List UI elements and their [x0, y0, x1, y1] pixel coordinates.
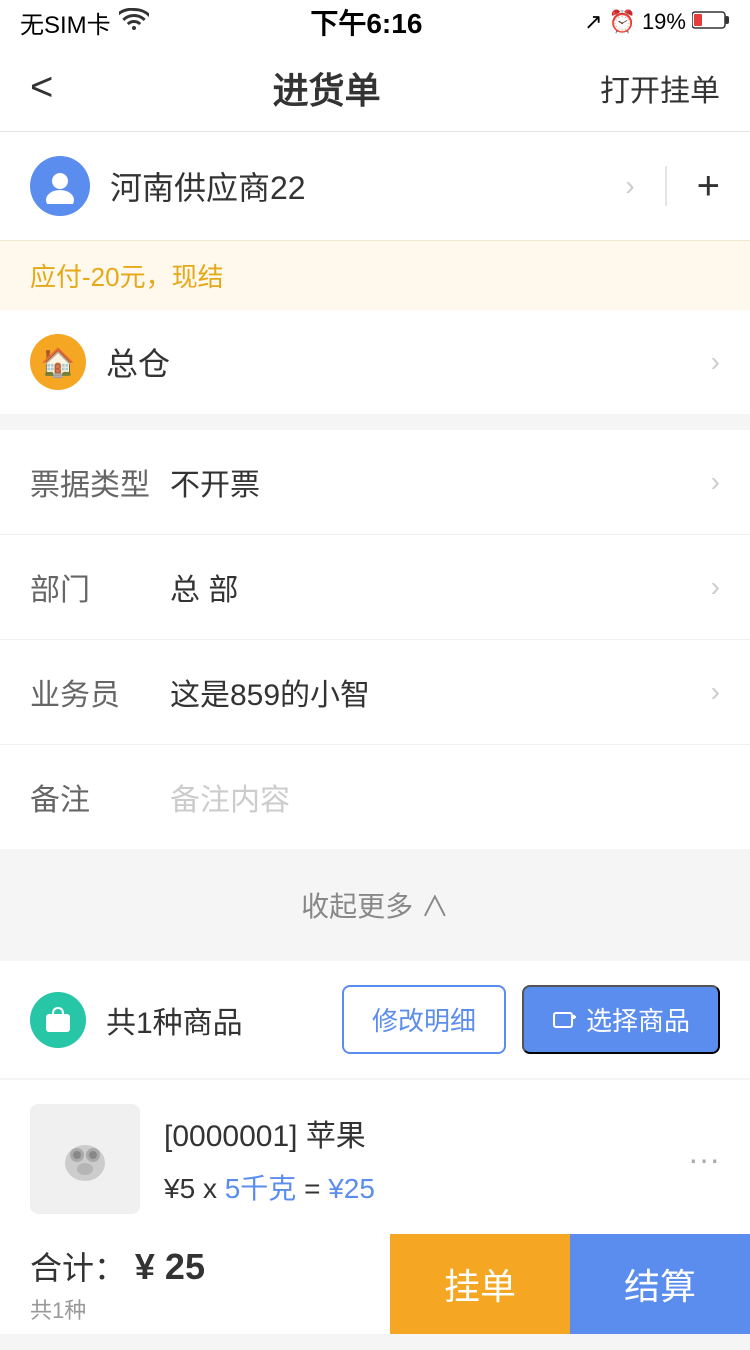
checkout-button[interactable]: 结算 [570, 1234, 750, 1334]
salesperson-arrow-icon: › [711, 676, 720, 708]
supplier-avatar [30, 156, 90, 216]
invoice-arrow-icon: › [711, 466, 720, 498]
supplier-divider [665, 166, 667, 206]
wifi-icon [119, 8, 149, 37]
product-total: ¥25 [328, 1173, 375, 1204]
remark-label: 备注 [30, 775, 170, 819]
warehouse-row[interactable]: 🏠 总仓 › [0, 310, 750, 414]
carrier-text: 无SIM卡 [20, 5, 111, 40]
supplier-name: 河南供应商22 [110, 163, 625, 209]
invoice-type-value: 不开票 [170, 460, 711, 504]
salesperson-label: 业务员 [30, 670, 170, 714]
department-arrow-icon: › [711, 571, 720, 603]
back-button[interactable]: < [30, 65, 53, 110]
alarm-icon: ⏰ [609, 9, 636, 35]
supplier-row[interactable]: 河南供应商22 › + [0, 132, 750, 240]
remark-row[interactable]: 备注 备注内容 [0, 745, 750, 849]
select-product-label: 选择商品 [586, 1001, 690, 1038]
product-header: 共1种商品 修改明细 选择商品 [0, 961, 750, 1078]
nav-bar: < 进货单 打开挂单 [0, 44, 750, 132]
remark-input[interactable]: 备注内容 [170, 775, 720, 819]
product-price: ¥5 x 5千克 = ¥25 [164, 1167, 688, 1207]
product-thumbnail [30, 1104, 140, 1214]
form-section: 票据类型 不开票 › 部门 总 部 › 业务员 这是859的小智 › 备注 备注… [0, 430, 750, 849]
person-icon [42, 168, 78, 204]
total-count: 共1种 [30, 1293, 360, 1325]
invoice-type-label: 票据类型 [30, 460, 170, 504]
select-product-button[interactable]: 选择商品 [522, 985, 720, 1054]
status-time: 下午6:16 [310, 2, 422, 42]
product-unit-price: ¥5 [164, 1173, 195, 1204]
department-row[interactable]: 部门 总 部 › [0, 535, 750, 640]
page-title: 进货单 [273, 62, 381, 114]
product-more-button[interactable]: ··· [688, 1141, 720, 1178]
salesperson-row[interactable]: 业务员 这是859的小智 › [0, 640, 750, 745]
edit-detail-button[interactable]: 修改明细 [342, 985, 506, 1054]
product-name: [0000001] 苹果 [164, 1111, 688, 1155]
product-item: [0000001] 苹果 ¥5 x 5千克 = ¥25 ··· [0, 1080, 750, 1238]
invoice-type-row[interactable]: 票据类型 不开票 › [0, 430, 750, 535]
product-info: [0000001] 苹果 ¥5 x 5千克 = ¥25 [164, 1111, 688, 1207]
product-equals: = [304, 1173, 328, 1204]
total-amount: 合计： ¥ 25 [30, 1243, 360, 1289]
department-value: 总 部 [170, 565, 711, 609]
product-count-text: 共1种商品 [106, 998, 342, 1042]
bottom-bar: 合计： ¥ 25 共1种 挂单 结算 [0, 1234, 750, 1334]
status-left: 无SIM卡 [20, 5, 149, 40]
open-hang-button[interactable]: 打开挂单 [600, 66, 720, 110]
product-title-name: 苹果 [306, 1120, 366, 1153]
battery-text: 19% [642, 9, 686, 35]
bag-icon [42, 1004, 74, 1036]
product-count-icon [30, 992, 86, 1048]
salesperson-value: 这是859的小智 [170, 670, 711, 714]
location-icon: ↗ [584, 9, 602, 35]
collapse-toggle[interactable]: 收起更多 ∧ [0, 865, 750, 945]
total-label: 合计： [30, 1250, 126, 1286]
status-right: ↗ ⏰ 19% [584, 9, 730, 35]
product-multiply: x [203, 1173, 225, 1204]
payment-hint: 应付-20元，现结 [0, 240, 750, 310]
supplier-section: 河南供应商22 › + 应付-20元，现结 [0, 132, 750, 310]
hang-button[interactable]: 挂单 [390, 1234, 570, 1334]
add-supplier-button[interactable]: + [697, 164, 720, 209]
supplier-arrow-icon: › [625, 170, 634, 202]
owl-icon [55, 1129, 115, 1189]
warehouse-arrow-icon: › [711, 346, 720, 378]
status-bar: 无SIM卡 下午6:16 ↗ ⏰ 19% [0, 0, 750, 44]
total-section: 合计： ¥ 25 共1种 [0, 1234, 390, 1334]
department-label: 部门 [30, 565, 170, 609]
cart-icon [552, 1007, 578, 1033]
warehouse-icon: 🏠 [30, 334, 86, 390]
product-id: [0000001] [164, 1120, 297, 1153]
total-value: ¥ 25 [135, 1246, 205, 1287]
battery-icon [692, 9, 730, 35]
warehouse-label: 总仓 [106, 339, 711, 385]
product-quantity: 5千克 [225, 1173, 297, 1204]
